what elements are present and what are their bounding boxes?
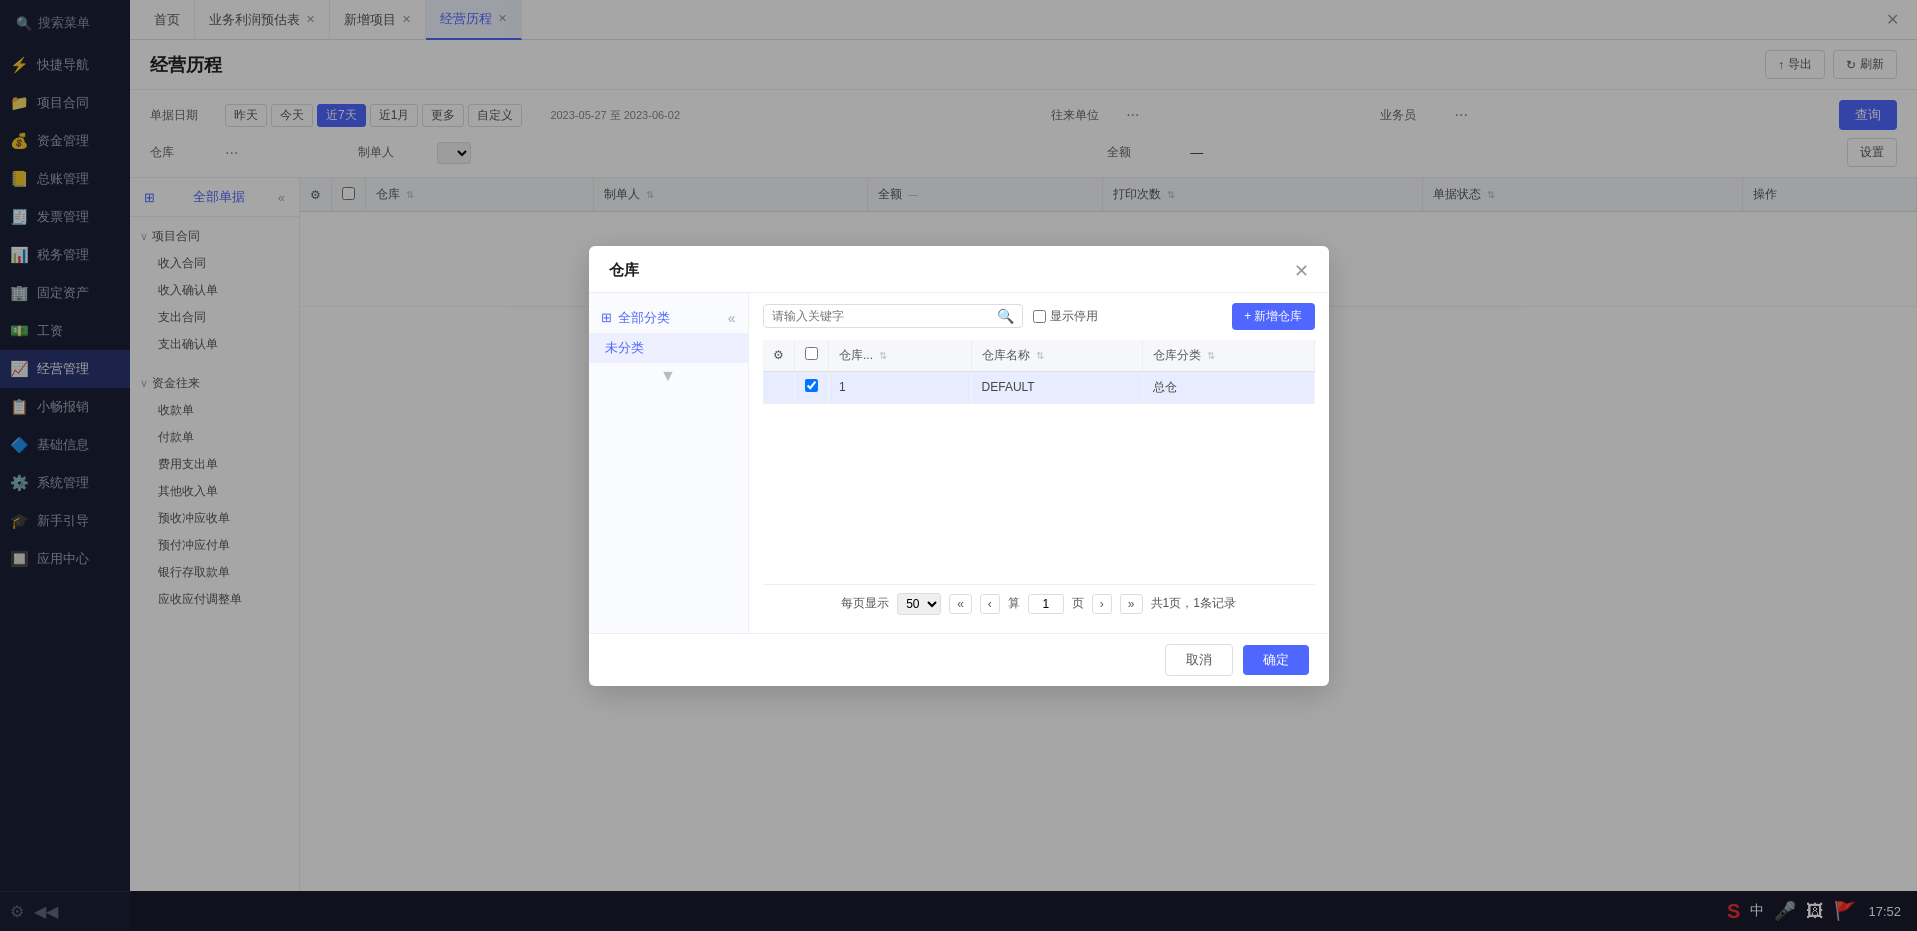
row-code-cell: DEFAULT xyxy=(971,371,1142,403)
modal-th-name-label: 仓库名称 xyxy=(982,347,1030,364)
modal-th-category-label: 仓库分类 xyxy=(1153,347,1201,364)
modal-per-page-label: 每页显示 xyxy=(841,595,889,612)
row-name-cell: 总仓 xyxy=(1143,371,1314,403)
modal-scroll-down: ▼ xyxy=(589,363,748,389)
modal-cancel-btn[interactable]: 取消 xyxy=(1165,644,1233,676)
row-id-cell: 1 xyxy=(829,371,972,403)
modal-header: 仓库 ✕ xyxy=(589,246,1329,293)
modal-cat-unclassified[interactable]: 未分类 xyxy=(589,333,748,363)
warehouse-modal: 仓库 ✕ ⊞ 全部分类 « 未分类 ▼ xyxy=(589,246,1329,686)
modal-table-wrap: ⚙ 仓库... ⇅ xyxy=(763,340,1315,584)
modal-collapse-btn[interactable]: « xyxy=(728,310,736,326)
modal-title: 仓库 xyxy=(609,261,639,280)
modal-search-icon: 🔍 xyxy=(997,308,1014,324)
modal-last-btn[interactable]: » xyxy=(1120,594,1143,614)
modal-page-suffix: 页 xyxy=(1072,595,1084,612)
modal-confirm-btn[interactable]: 确定 xyxy=(1243,645,1309,675)
modal-toolbar: 🔍 显示停用 + 新增仓库 xyxy=(763,303,1315,330)
modal-show-disabled-wrap: 显示停用 xyxy=(1033,308,1098,325)
modal-settings-icon[interactable]: ⚙ xyxy=(773,348,784,362)
show-disabled-label: 显示停用 xyxy=(1050,308,1098,325)
modal-right-panel: 🔍 显示停用 + 新增仓库 ⚙ xyxy=(749,293,1329,633)
modal-close-btn[interactable]: ✕ xyxy=(1294,260,1309,282)
modal-overlay: 仓库 ✕ ⊞ 全部分类 « 未分类 ▼ xyxy=(0,0,1917,931)
add-warehouse-btn[interactable]: + 新增仓库 xyxy=(1232,303,1314,330)
modal-th-category: 仓库分类 ⇅ xyxy=(1143,340,1314,372)
modal-total: 共1页，1条记录 xyxy=(1151,595,1236,612)
modal-th-id-label: 仓库... xyxy=(839,347,873,364)
modal-footer-actions: 取消 确定 xyxy=(589,633,1329,686)
modal-select-all[interactable] xyxy=(805,347,818,360)
row-settings-cell xyxy=(763,371,795,403)
modal-left-panel: ⊞ 全部分类 « 未分类 ▼ xyxy=(589,293,749,633)
modal-table-row[interactable]: 1 DEFAULT 总仓 xyxy=(763,371,1315,403)
all-category-label: 全部分类 xyxy=(618,309,670,327)
modal-page-input[interactable] xyxy=(1028,594,1064,614)
all-category-icon: ⊞ xyxy=(601,310,612,325)
modal-th-checkbox xyxy=(795,340,829,372)
row-checkbox[interactable] xyxy=(805,379,818,392)
modal-search-wrap: 🔍 xyxy=(763,304,1023,328)
modal-th-name: 仓库名称 ⇅ xyxy=(971,340,1142,372)
modal-next-btn[interactable]: › xyxy=(1092,594,1112,614)
modal-category-scroll: 未分类 xyxy=(589,333,748,363)
modal-th-settings: ⚙ xyxy=(763,340,795,372)
modal-paging: 每页显示 50 « ‹ 算 页 › » 共1页，1条记录 xyxy=(763,584,1315,623)
modal-first-btn[interactable]: « xyxy=(949,594,972,614)
modal-body: ⊞ 全部分类 « 未分类 ▼ 🔍 xyxy=(589,293,1329,633)
modal-all-category[interactable]: ⊞ 全部分类 « xyxy=(589,303,748,333)
row-checkbox-cell xyxy=(795,371,829,403)
show-disabled-checkbox[interactable] xyxy=(1033,310,1046,323)
modal-per-page-select[interactable]: 50 xyxy=(897,593,941,615)
modal-search-input[interactable] xyxy=(772,309,997,323)
modal-table: ⚙ 仓库... ⇅ xyxy=(763,340,1315,404)
modal-th-id: 仓库... ⇅ xyxy=(829,340,972,372)
modal-prev-btn[interactable]: ‹ xyxy=(980,594,1000,614)
modal-page-prefix: 算 xyxy=(1008,595,1020,612)
